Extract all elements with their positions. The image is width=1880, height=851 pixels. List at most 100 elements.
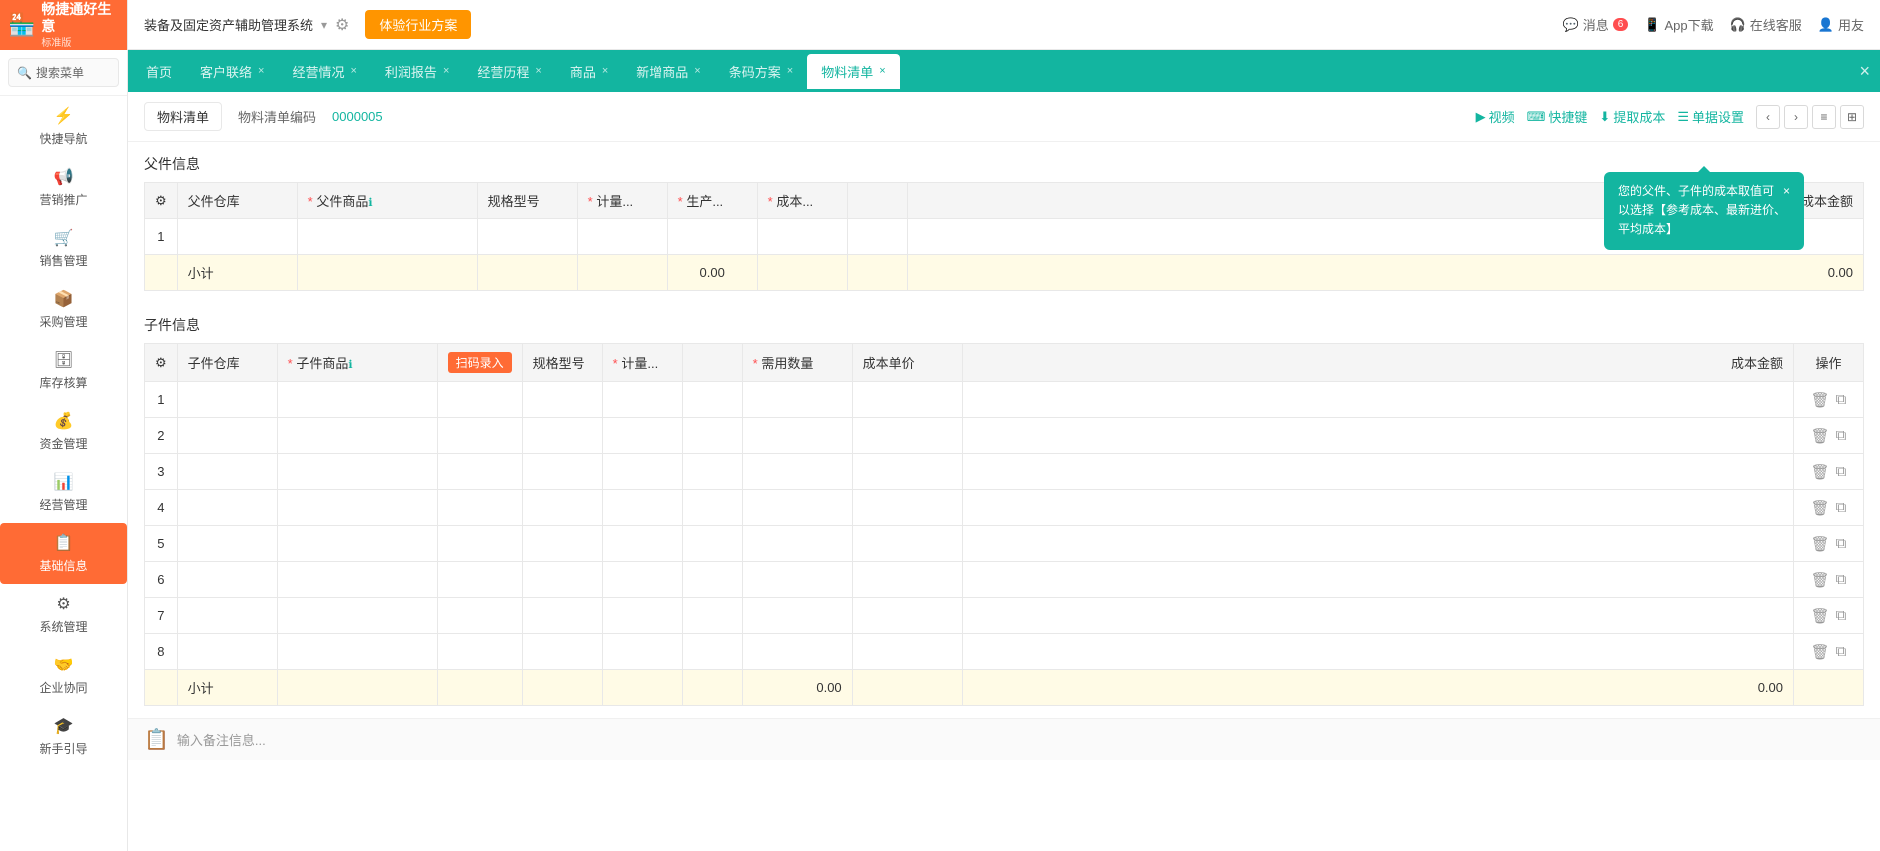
app-download-item[interactable]: 📱 App下载 xyxy=(1644,15,1713,34)
nav-next-button[interactable]: › xyxy=(1784,105,1808,129)
sidebar-item-inventory[interactable]: 🗄 库存核算 xyxy=(0,340,127,401)
child-row5-warehouse[interactable] xyxy=(177,526,277,562)
child-row4-product[interactable] xyxy=(277,490,437,526)
single-settings-action[interactable]: ☰ 单据设置 xyxy=(1677,107,1744,126)
delete-icon[interactable]: 🗑 xyxy=(1811,571,1830,589)
child-row2-product[interactable] xyxy=(277,418,437,454)
child-row1-warehouse[interactable] xyxy=(177,382,277,418)
sidebar-item-sales[interactable]: 🛒 销售管理 xyxy=(0,218,127,279)
delete-icon[interactable]: 🗑 xyxy=(1811,391,1830,409)
sidebar-item-purchase[interactable]: 📦 采购管理 xyxy=(0,279,127,340)
child-row1-unitcost[interactable] xyxy=(852,382,962,418)
video-action[interactable]: ▶ 视频 xyxy=(1476,107,1515,126)
child-row5-unitcost[interactable] xyxy=(852,526,962,562)
delete-icon[interactable]: 🗑 xyxy=(1811,607,1830,625)
child-row4-spec[interactable] xyxy=(522,490,602,526)
sidebar-item-system[interactable]: ⚙ 系统管理 xyxy=(0,584,127,645)
user-item[interactable]: 👤 用友 xyxy=(1818,15,1864,34)
delete-icon[interactable]: 🗑 xyxy=(1811,499,1830,517)
child-row2-warehouse[interactable] xyxy=(177,418,277,454)
scan-input-button[interactable]: 扫码录入 xyxy=(448,352,512,373)
child-row5-product[interactable] xyxy=(277,526,437,562)
trial-button[interactable]: 体验行业方案 xyxy=(365,10,471,39)
sidebar-item-marketing[interactable]: 📢 营销推广 xyxy=(0,157,127,218)
child-row8-warehouse[interactable] xyxy=(177,634,277,670)
delete-icon[interactable]: 🗑 xyxy=(1811,427,1830,445)
child-row4-unitcost[interactable] xyxy=(852,490,962,526)
child-row1-qty[interactable] xyxy=(742,382,852,418)
navtab-bom[interactable]: 物料清单 × xyxy=(807,54,899,89)
copy-icon[interactable]: ⧉ xyxy=(1836,643,1847,660)
copy-icon[interactable]: ⧉ xyxy=(1836,463,1847,480)
child-row6-product[interactable] xyxy=(277,562,437,598)
child-row3-qty[interactable] xyxy=(742,454,852,490)
shortcut-action[interactable]: ⌨ 快捷键 xyxy=(1527,107,1588,126)
child-row5-spec[interactable] xyxy=(522,526,602,562)
sidebar-item-quick-nav[interactable]: ⚡ 快捷导航 xyxy=(0,96,127,157)
navtab-barcode-close[interactable]: × xyxy=(787,65,793,77)
child-row4-warehouse[interactable] xyxy=(177,490,277,526)
navtab-product-close[interactable]: × xyxy=(602,65,608,77)
child-row2-spec[interactable] xyxy=(522,418,602,454)
copy-icon[interactable]: ⧉ xyxy=(1836,607,1847,624)
child-row6-unitcost[interactable] xyxy=(852,562,962,598)
nav-prev-button[interactable]: ‹ xyxy=(1756,105,1780,129)
navtab-barcode[interactable]: 条码方案 × xyxy=(715,54,807,89)
copy-icon[interactable]: ⧉ xyxy=(1836,499,1847,516)
child-row3-measure[interactable] xyxy=(602,454,682,490)
navtab-history-close[interactable]: × xyxy=(535,65,541,77)
nav-expand-button[interactable]: ⊞ xyxy=(1840,105,1864,129)
navtab-customer-close[interactable]: × xyxy=(258,65,264,77)
extract-cost-action[interactable]: ⬇ 提取成本 xyxy=(1599,107,1665,126)
navtab-operation-status[interactable]: 经营情况 × xyxy=(278,54,370,89)
navtab-profit-close[interactable]: × xyxy=(443,65,449,77)
child-col-settings[interactable]: ⚙ xyxy=(145,344,178,382)
child-row8-product[interactable] xyxy=(277,634,437,670)
copy-icon[interactable]: ⧉ xyxy=(1836,535,1847,552)
child-row7-measure[interactable] xyxy=(602,598,682,634)
child-row2-unitcost[interactable] xyxy=(852,418,962,454)
message-item[interactable]: 💬 消息 6 xyxy=(1563,15,1629,34)
child-row7-qty[interactable] xyxy=(742,598,852,634)
child-row2-measure[interactable] xyxy=(602,418,682,454)
parent-col-settings[interactable]: ⚙ xyxy=(145,183,178,219)
child-row8-measure[interactable] xyxy=(602,634,682,670)
child-row7-spec[interactable] xyxy=(522,598,602,634)
navtab-bom-close[interactable]: × xyxy=(879,65,885,77)
child-row3-warehouse[interactable] xyxy=(177,454,277,490)
sidebar-item-basic[interactable]: 📋 基础信息 xyxy=(0,523,127,584)
note-placeholder[interactable]: 输入备注信息... xyxy=(177,730,266,749)
copy-icon[interactable]: ⧉ xyxy=(1836,427,1847,444)
tooltip-close-button[interactable]: × xyxy=(1783,182,1790,201)
navtab-profit[interactable]: 利润报告 × xyxy=(371,54,463,89)
navtab-new-product-close[interactable]: × xyxy=(694,65,700,77)
close-all-tabs[interactable]: × xyxy=(1853,61,1876,82)
child-row5-qty[interactable] xyxy=(742,526,852,562)
delete-icon[interactable]: 🗑 xyxy=(1811,463,1830,481)
child-row6-spec[interactable] xyxy=(522,562,602,598)
child-row7-unitcost[interactable] xyxy=(852,598,962,634)
navtab-new-product[interactable]: 新增商品 × xyxy=(622,54,714,89)
child-row3-unitcost[interactable] xyxy=(852,454,962,490)
child-row8-spec[interactable] xyxy=(522,634,602,670)
child-row6-qty[interactable] xyxy=(742,562,852,598)
sidebar-item-operation[interactable]: 📊 经营管理 xyxy=(0,462,127,523)
child-row1-product[interactable] xyxy=(277,382,437,418)
child-row1-spec[interactable] xyxy=(522,382,602,418)
child-row4-measure[interactable] xyxy=(602,490,682,526)
child-row4-qty[interactable] xyxy=(742,490,852,526)
parent-row1-spec[interactable] xyxy=(477,219,577,255)
sidebar-item-guide[interactable]: 🎓 新手引导 xyxy=(0,706,127,767)
copy-icon[interactable]: ⧉ xyxy=(1836,391,1847,408)
navtab-home[interactable]: 首页 xyxy=(132,54,186,89)
copy-icon[interactable]: ⧉ xyxy=(1836,571,1847,588)
child-row1-measure[interactable] xyxy=(602,382,682,418)
child-row3-spec[interactable] xyxy=(522,454,602,490)
child-row7-warehouse[interactable] xyxy=(177,598,277,634)
child-row8-unitcost[interactable] xyxy=(852,634,962,670)
navtab-customer[interactable]: 客户联络 × xyxy=(186,54,278,89)
navtab-operation-close[interactable]: × xyxy=(350,65,356,77)
parent-row1-product[interactable] xyxy=(297,219,477,255)
parent-row1-produce[interactable] xyxy=(667,219,757,255)
child-row2-qty[interactable] xyxy=(742,418,852,454)
